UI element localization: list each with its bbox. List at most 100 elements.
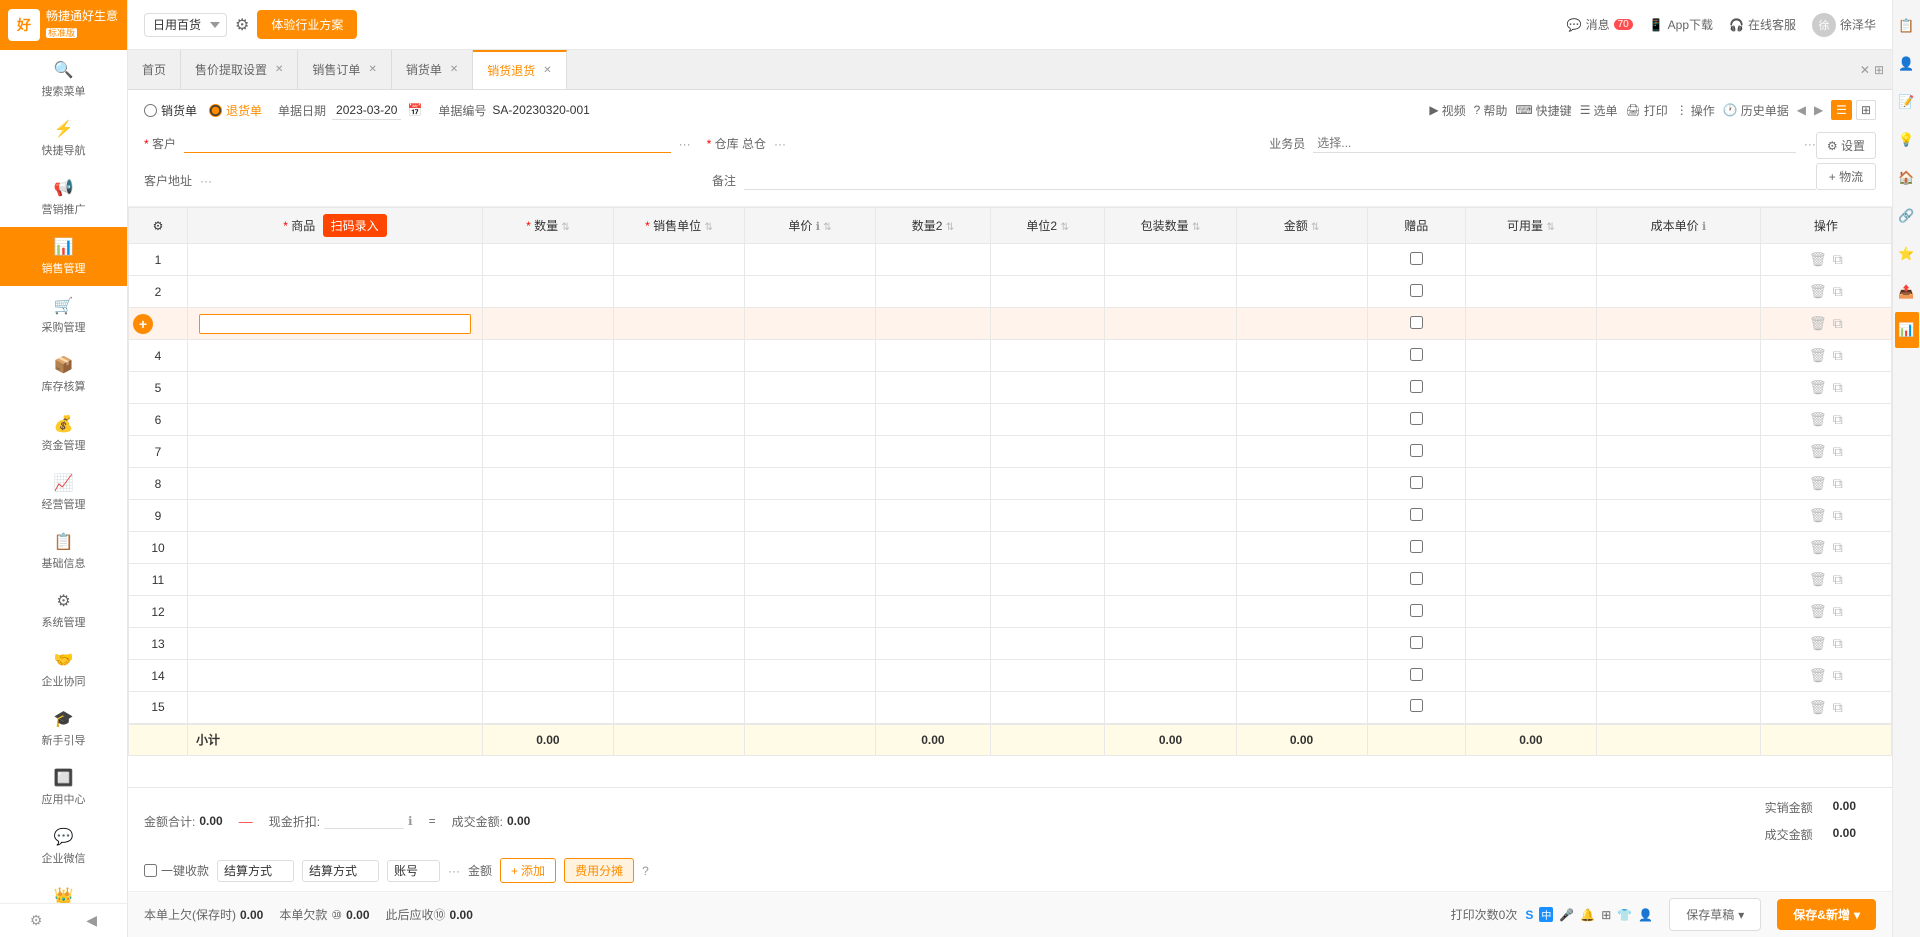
row-unit2-12[interactable] bbox=[990, 596, 1105, 628]
row-amount-15[interactable] bbox=[1236, 692, 1367, 724]
row-qty-12[interactable] bbox=[482, 596, 613, 628]
next-record-btn[interactable]: ▶ bbox=[1814, 103, 1823, 117]
row-avail-6[interactable] bbox=[1465, 404, 1596, 436]
row-delete-15[interactable]: 🗑 bbox=[1809, 699, 1827, 716]
row-qty2-4[interactable] bbox=[876, 340, 991, 372]
row-gift-9[interactable] bbox=[1367, 500, 1465, 532]
row-cost-6[interactable] bbox=[1596, 404, 1760, 436]
row-delete-12[interactable]: 🗑 bbox=[1809, 603, 1827, 620]
video-btn[interactable]: ▶ 视频 bbox=[1429, 102, 1465, 119]
row-qty2-6[interactable] bbox=[876, 404, 991, 436]
row-delete-5[interactable]: 🗑 bbox=[1809, 379, 1827, 396]
row-gift-14[interactable] bbox=[1367, 660, 1465, 692]
row-copy-13[interactable]: ⧉ bbox=[1833, 635, 1843, 652]
row-unit2-3[interactable] bbox=[990, 308, 1105, 340]
row-delete-2[interactable]: 🗑 bbox=[1809, 283, 1827, 300]
row-avail-4[interactable] bbox=[1465, 340, 1596, 372]
right-panel-item-7[interactable]: ⭐ bbox=[1895, 236, 1919, 272]
row-delete-13[interactable]: 🗑 bbox=[1809, 635, 1827, 652]
row-unit-1[interactable] bbox=[613, 244, 744, 276]
row-amount-3[interactable] bbox=[1236, 308, 1367, 340]
customer-dots[interactable]: ··· bbox=[679, 137, 691, 151]
row-qty-6[interactable] bbox=[482, 404, 613, 436]
row-pack-4[interactable] bbox=[1105, 340, 1236, 372]
gift-checkbox-13[interactable] bbox=[1410, 636, 1423, 649]
user-avatar[interactable]: 徐 徐泽华 bbox=[1812, 13, 1876, 37]
row-amount-4[interactable] bbox=[1236, 340, 1367, 372]
row-gift-6[interactable] bbox=[1367, 404, 1465, 436]
row-avail-15[interactable] bbox=[1465, 692, 1596, 724]
row-pack-7[interactable] bbox=[1105, 436, 1236, 468]
shortcut-btn[interactable]: ⌨ 快捷键 bbox=[1515, 102, 1571, 119]
row-unit-10[interactable] bbox=[613, 532, 744, 564]
goods-input-3[interactable] bbox=[199, 314, 471, 334]
right-panel-item-1[interactable]: 📋 bbox=[1895, 8, 1919, 44]
right-panel-item-2[interactable]: 👤 bbox=[1895, 46, 1919, 82]
row-unit-11[interactable] bbox=[613, 564, 744, 596]
row-amount-9[interactable] bbox=[1236, 500, 1367, 532]
row-avail-5[interactable] bbox=[1465, 372, 1596, 404]
right-panel-item-6[interactable]: 🔗 bbox=[1895, 198, 1919, 234]
row-qty2-10[interactable] bbox=[876, 532, 991, 564]
pack-sort-icon[interactable]: ⇅ bbox=[1192, 222, 1200, 233]
row-qty-8[interactable] bbox=[482, 468, 613, 500]
prev-record-btn[interactable]: ◀ bbox=[1797, 103, 1806, 117]
account-dots[interactable]: ··· bbox=[448, 864, 460, 878]
row-qty2-12[interactable] bbox=[876, 596, 991, 628]
row-amount-12[interactable] bbox=[1236, 596, 1367, 628]
gift-checkbox-15[interactable] bbox=[1410, 699, 1423, 712]
row-price-1[interactable] bbox=[745, 244, 876, 276]
collapse-icon[interactable]: ◀ bbox=[86, 912, 97, 929]
gift-checkbox-6[interactable] bbox=[1410, 412, 1423, 425]
row-qty2-8[interactable] bbox=[876, 468, 991, 500]
gift-checkbox-5[interactable] bbox=[1410, 380, 1423, 393]
row-goods-13[interactable] bbox=[187, 628, 482, 660]
row-qty-14[interactable] bbox=[482, 660, 613, 692]
row-pack-15[interactable] bbox=[1105, 692, 1236, 724]
row-amount-2[interactable] bbox=[1236, 276, 1367, 308]
gift-checkbox-4[interactable] bbox=[1410, 348, 1423, 361]
row-gift-12[interactable] bbox=[1367, 596, 1465, 628]
row-amount-14[interactable] bbox=[1236, 660, 1367, 692]
industry-select[interactable]: 日用百货 bbox=[144, 13, 227, 37]
row-delete-6[interactable]: 🗑 bbox=[1809, 411, 1827, 428]
row-cost-5[interactable] bbox=[1596, 372, 1760, 404]
message-btn[interactable]: 💬 消息 70 bbox=[1567, 16, 1633, 33]
row-pack-14[interactable] bbox=[1105, 660, 1236, 692]
row-cost-7[interactable] bbox=[1596, 436, 1760, 468]
split-help-icon[interactable]: ? bbox=[642, 864, 649, 878]
row-pack-6[interactable] bbox=[1105, 404, 1236, 436]
row-goods-5[interactable] bbox=[187, 372, 482, 404]
history-btn[interactable]: 🕐 历史单据 bbox=[1723, 102, 1789, 119]
customer-input[interactable] bbox=[184, 134, 671, 153]
row-unit2-2[interactable] bbox=[990, 276, 1105, 308]
sidebar-item-inventory[interactable]: 📦库存核算 bbox=[0, 345, 127, 404]
tab-close-price[interactable]: ✕ bbox=[275, 64, 283, 75]
row-price-5[interactable] bbox=[745, 372, 876, 404]
row-amount-5[interactable] bbox=[1236, 372, 1367, 404]
row-goods-8[interactable] bbox=[187, 468, 482, 500]
unit2-sort-icon[interactable]: ⇅ bbox=[1060, 222, 1068, 233]
row-qty-2[interactable] bbox=[482, 276, 613, 308]
row-price-7[interactable] bbox=[745, 436, 876, 468]
unit-sort-icon[interactable]: ⇅ bbox=[704, 222, 712, 233]
calc-method-select[interactable]: 结算方式 bbox=[217, 860, 294, 882]
row-avail-1[interactable] bbox=[1465, 244, 1596, 276]
row-unit2-11[interactable] bbox=[990, 564, 1105, 596]
row-delete-8[interactable]: 🗑 bbox=[1809, 475, 1827, 492]
row-cost-14[interactable] bbox=[1596, 660, 1760, 692]
row-goods-12[interactable] bbox=[187, 596, 482, 628]
tab-close-return[interactable]: ✕ bbox=[543, 65, 551, 76]
list-view-btn[interactable]: ☰ bbox=[1831, 100, 1852, 120]
row-cost-15[interactable] bbox=[1596, 692, 1760, 724]
sidebar-item-finance[interactable]: 💰资金管理 bbox=[0, 404, 127, 463]
sidebar-item-shortcut[interactable]: ⚡快捷导航 bbox=[0, 109, 127, 168]
avail-sort-icon[interactable]: ⇅ bbox=[1546, 222, 1554, 233]
row-amount-10[interactable] bbox=[1236, 532, 1367, 564]
right-panel-item-8[interactable]: 📤 bbox=[1895, 274, 1919, 310]
row-cost-11[interactable] bbox=[1596, 564, 1760, 596]
row-cost-9[interactable] bbox=[1596, 500, 1760, 532]
tab-sales-order[interactable]: 销售订单 ✕ bbox=[298, 50, 391, 89]
row-goods-2[interactable] bbox=[187, 276, 482, 308]
print-btn[interactable]: 🖨 打印 bbox=[1625, 102, 1667, 119]
